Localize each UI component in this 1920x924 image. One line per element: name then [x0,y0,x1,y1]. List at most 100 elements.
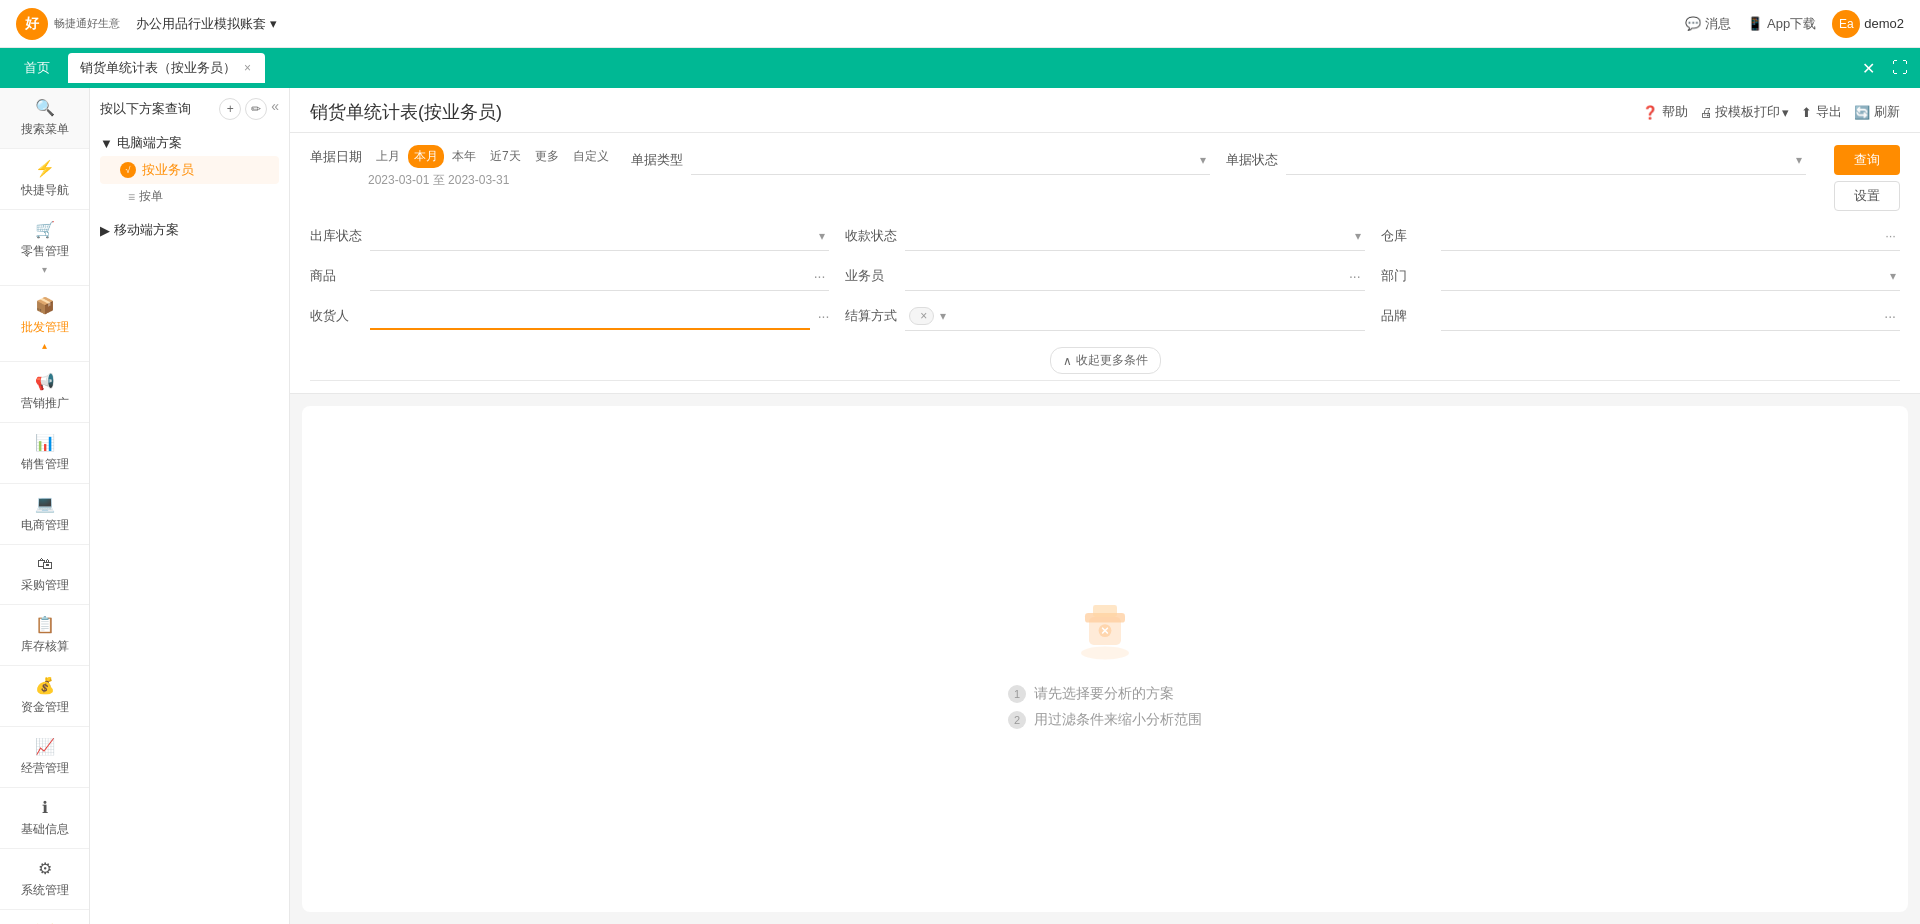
empty-illustration [1065,589,1145,669]
app-logo: 好 [16,8,48,40]
top-right: 💬 消息 📱 App下载 Ea demo2 [1685,10,1904,38]
query-button[interactable]: 查询 [1834,145,1900,175]
scheme-sub-item-order[interactable]: ≡ 按单 [100,184,279,209]
receiver-dots[interactable]: ··· [818,308,830,324]
scheme-label: 按业务员 [142,161,194,179]
workspace-arrow: ▾ [270,16,277,31]
ecommerce-icon: 💻 [35,494,55,513]
sidebar-item-wholesale[interactable]: 📦 批发管理 ▴ [0,286,89,362]
doc-status-select[interactable]: ▾ [1286,145,1806,175]
filter-panel-header: 按以下方案查询 + ✏ « [100,98,279,120]
sidebar-item-sales[interactable]: 📊 销售管理 [0,423,89,484]
tab-active[interactable]: 销货单统计表（按业务员） × [68,53,265,83]
expand-arrow: ▾ [42,264,47,275]
scheme-item-salesperson[interactable]: √ 按业务员 [100,156,279,184]
operations-icon: 📈 [35,737,55,756]
print-dropdown-arrow: ▾ [1782,105,1789,120]
salesperson-select[interactable]: ··· [905,261,1364,291]
date-tabs: 上月 本月 本年 近7天 更多 自定义 [370,145,615,168]
sidebar-item-corp[interactable]: 🤝 企业协同 [0,910,89,924]
window-expand-icon[interactable]: ⛶ [1888,56,1912,80]
page-title-bar: 销货单统计表(按业务员) ❓ 帮助 🖨 按模板打印 ▾ ⬆ 导出 [290,88,1920,133]
workspace-selector[interactable]: 办公用品行业模拟账套 ▾ [128,11,285,37]
mobile-scheme-toggle[interactable]: ▶ 移动端方案 [100,217,279,243]
dept-select[interactable]: ▾ [1441,261,1900,291]
collapse-icon: ∧ [1063,354,1072,368]
collapse-panel-button[interactable]: « [271,98,279,120]
pc-scheme-arrow: ▼ [100,136,113,151]
sidebar-item-retail[interactable]: 🛒 零售管理 ▾ [0,210,89,286]
date-label: 单据日期 [310,148,362,166]
add-scheme-button[interactable]: + [219,98,241,120]
sidebar-item-marketing[interactable]: 📢 营销推广 [0,362,89,423]
goods-select[interactable]: ··· [370,261,829,291]
warehouse-dots[interactable]: ··· [1885,228,1896,243]
date-tab-this-month[interactable]: 本月 [408,145,444,168]
user-area[interactable]: Ea demo2 [1832,10,1904,38]
sales-icon: 📊 [35,433,55,452]
brand-dots[interactable]: ··· [1884,308,1896,324]
doc-type-select[interactable]: ▾ [691,145,1211,175]
app-download-button[interactable]: 📱 App下载 [1747,15,1816,33]
date-tab-custom[interactable]: 自定义 [567,145,615,168]
empty-hints: 1 请先选择要分析的方案 2 用过滤条件来缩小分析范围 [1008,685,1202,729]
settlement-select[interactable]: × ▾ [905,301,1364,331]
date-tab-last-month[interactable]: 上月 [370,145,406,168]
tab-close-button[interactable]: × [242,59,253,77]
sidebar-item-search-menu[interactable]: 🔍 搜索菜单 [0,88,89,149]
hint-text-2: 用过滤条件来缩小分析范围 [1034,711,1202,729]
help-button[interactable]: ❓ 帮助 [1642,103,1688,121]
out-status-arrow: ▾ [819,229,825,243]
goods-field: 商品 ··· [310,261,829,291]
collapse-label: 收起更多条件 [1076,352,1148,369]
sidebar-item-inventory[interactable]: 📋 库存核算 [0,605,89,666]
pc-scheme-category[interactable]: ▼ 电脑端方案 [100,130,279,156]
sidebar-item-basic[interactable]: ℹ 基础信息 [0,788,89,849]
sidebar-item-ecommerce[interactable]: 💻 电商管理 [0,484,89,545]
template-print-button[interactable]: 🖨 按模板打印 ▾ [1700,103,1789,121]
out-status-label: 出库状态 [310,227,362,245]
window-close-icon[interactable]: ✕ [1856,56,1880,80]
main-area: 🔍 搜索菜单 ⚡ 快捷导航 🛒 零售管理 ▾ 📦 批发管理 ▴ 📢 营销推广 📊… [0,88,1920,924]
finance-icon: 💰 [35,676,55,695]
sidebar-item-purchase[interactable]: 🛍 采购管理 [0,545,89,605]
mobile-scheme-arrow: ▶ [100,223,110,238]
sidebar-item-system[interactable]: ⚙ 系统管理 [0,849,89,910]
goods-dots[interactable]: ··· [814,268,826,284]
message-button[interactable]: 💬 消息 [1685,15,1731,33]
receiver-input[interactable] [370,302,810,330]
workspace-name: 办公用品行业模拟账套 [136,15,266,33]
dept-arrow: ▾ [1890,269,1896,283]
out-status-select[interactable]: ▾ [370,221,829,251]
date-tab-7days[interactable]: 近7天 [484,145,527,168]
payment-status-select[interactable]: ▾ [905,221,1364,251]
hint-num-1: 1 [1008,685,1026,703]
salesperson-dots[interactable]: ··· [1349,268,1361,284]
sidebar-item-operations[interactable]: 📈 经营管理 [0,727,89,788]
pc-scheme-label: 电脑端方案 [117,134,182,152]
tab-home[interactable]: 首页 [8,53,66,83]
warehouse-label: 仓库 [1381,227,1433,245]
export-button[interactable]: ⬆ 导出 [1801,103,1842,121]
brand-select[interactable]: ··· [1441,301,1900,331]
date-tab-this-year[interactable]: 本年 [446,145,482,168]
warehouse-select[interactable]: ··· [1441,221,1900,251]
dept-label: 部门 [1381,267,1433,285]
settings-button[interactable]: 设置 [1834,181,1900,211]
expand-arrow: ▴ [42,340,47,351]
sidebar-item-quick-nav[interactable]: ⚡ 快捷导航 [0,149,89,210]
collapse-conditions-button[interactable]: ∧ 收起更多条件 [1050,347,1161,374]
doc-status-label: 单据状态 [1226,151,1278,169]
settlement-arrow: ▾ [940,309,946,323]
query-actions: 查询 设置 [1834,145,1900,211]
edit-scheme-button[interactable]: ✏ [245,98,267,120]
settlement-clear-button[interactable]: × [920,309,927,323]
app-icon: 📱 [1747,16,1763,31]
collapse-bar: ∧ 收起更多条件 [310,341,1900,381]
avatar: Ea [1832,10,1860,38]
out-status-field: 出库状态 ▾ [310,221,829,251]
refresh-button[interactable]: 🔄 刷新 [1854,103,1900,121]
doc-type-field: 单据类型 ▾ [631,145,1211,175]
date-tab-more[interactable]: 更多 [529,145,565,168]
sidebar-item-finance[interactable]: 💰 资金管理 [0,666,89,727]
